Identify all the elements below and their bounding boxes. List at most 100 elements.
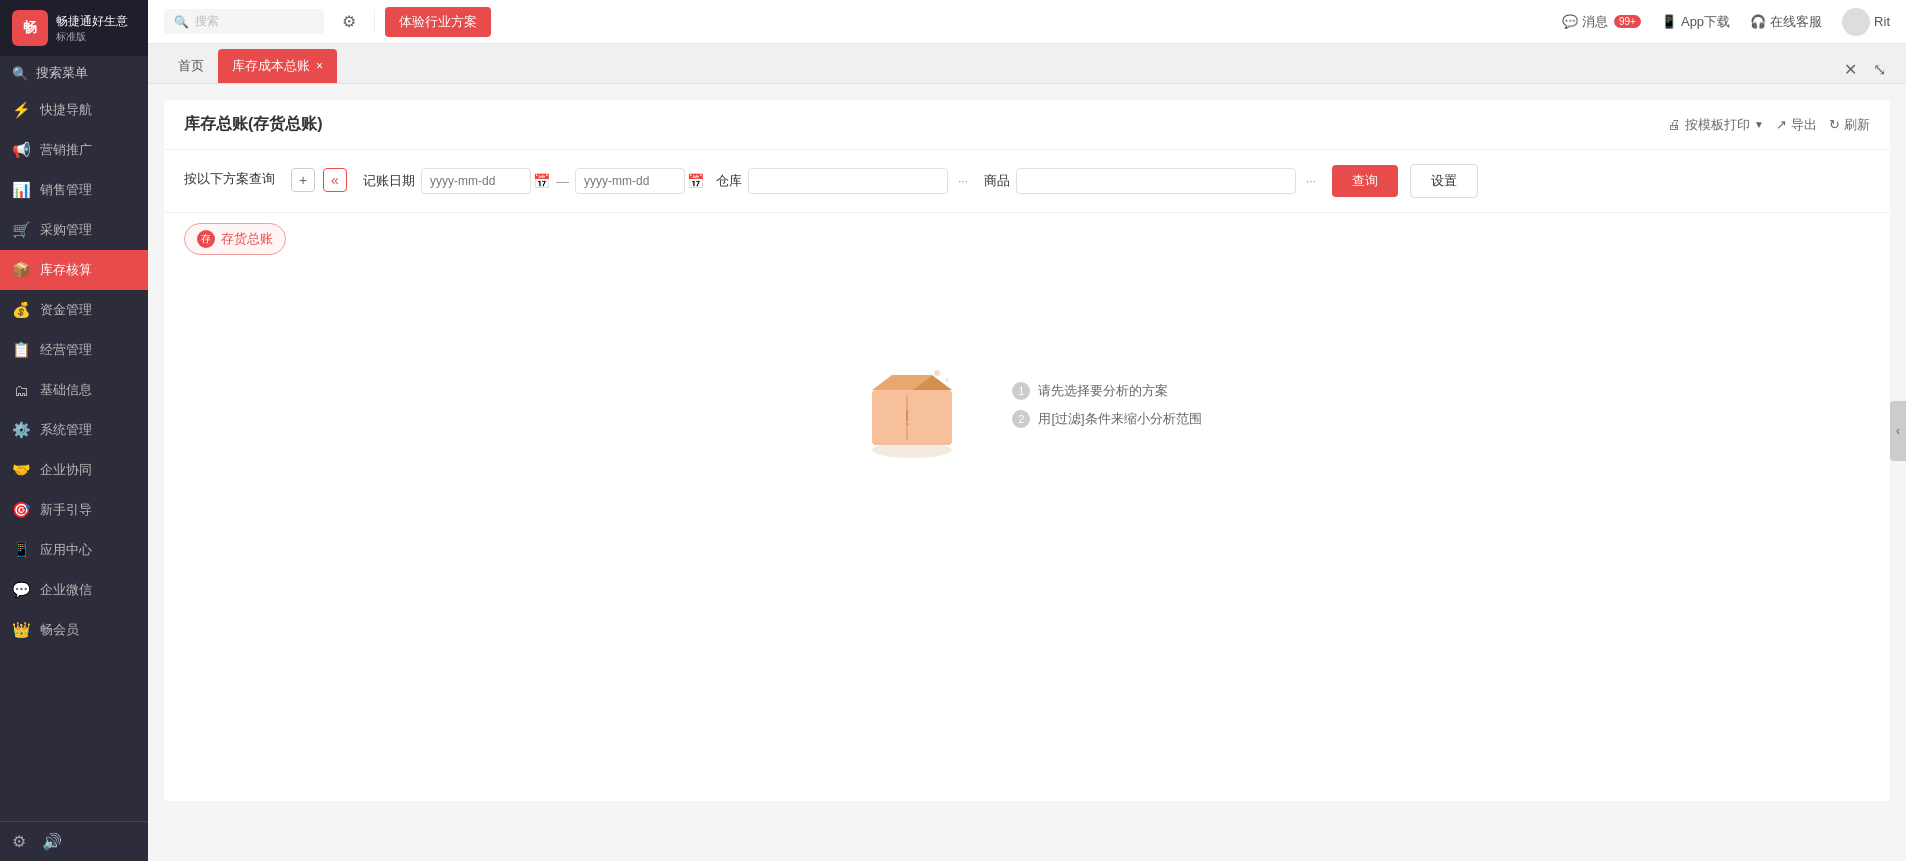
refresh-label: 刷新 (1844, 116, 1870, 134)
date-start-input[interactable] (421, 168, 531, 194)
sidebar-item-sales[interactable]: 📊 销售管理 (0, 170, 148, 210)
home-tab-label: 首页 (178, 57, 204, 75)
product-input[interactable] (1016, 168, 1296, 194)
sidebar-item-appstore[interactable]: 📱 应用中心 (0, 530, 148, 570)
sidebar-item-finance[interactable]: 💰 资金管理 (0, 290, 148, 330)
empty-svg-illustration: ! (852, 345, 972, 465)
refresh-btn[interactable]: ↻ 刷新 (1829, 116, 1870, 134)
sidebar-item-label: 基础信息 (40, 381, 92, 399)
sales-icon: 📊 (12, 181, 30, 199)
warehouse-more-btn[interactable]: ··· (954, 170, 972, 192)
close-panel-btn[interactable]: ✕ (1840, 56, 1861, 83)
filter-label: 按以下方案查询 (184, 164, 275, 188)
filter-settings-btn[interactable]: 设置 (1410, 164, 1478, 198)
print-label: 按模板打印 (1685, 116, 1750, 134)
export-btn[interactable]: ↗ 导出 (1776, 116, 1817, 134)
topbar-right: 💬 消息 99+ 📱 App下载 🎧 在线客服 Rit (1562, 8, 1890, 36)
filter-row: 记账日期 📅 — 📅 仓库 ··· 商品 (363, 164, 1870, 198)
marketing-icon: 📢 (12, 141, 30, 159)
content-area: 库存总账(存货总账) 🖨 按模板打印 ▼ ↗ 导出 ↻ 刷新 (148, 84, 1906, 861)
filter-collapse-btn[interactable]: « (323, 168, 347, 192)
sidebar-item-label: 营销推广 (40, 141, 92, 159)
empty-tips: 1 请先选择要分析的方案 2 用[过滤]条件来缩小分析范围 (1012, 382, 1201, 428)
online-service-btn[interactable]: 🎧 在线客服 (1750, 13, 1822, 31)
sidebar-item-label: 资金管理 (40, 301, 92, 319)
finance-icon: 💰 (12, 301, 30, 319)
search-label: 搜索菜单 (36, 64, 88, 82)
calendar-start-icon[interactable]: 📅 (533, 173, 550, 189)
warehouse-label: 仓库 (716, 172, 742, 190)
sidebar-item-inventory[interactable]: 📦 库存核算 (0, 250, 148, 290)
sidebar-item-enterprise[interactable]: 🤝 企业协同 (0, 450, 148, 490)
sidebar-item-basic[interactable]: 🗂 基础信息 (0, 370, 148, 410)
sidebar-item-label: 新手引导 (40, 501, 92, 519)
sidebar-search[interactable]: 🔍 搜索菜单 (0, 56, 148, 90)
message-btn[interactable]: 💬 消息 99+ (1562, 13, 1641, 31)
print-btn[interactable]: 🖨 按模板打印 ▼ (1668, 116, 1764, 134)
logo-subtitle: 标准版 (56, 30, 128, 44)
sidebar-item-quick-nav[interactable]: ⚡ 快捷导航 (0, 90, 148, 130)
audio-icon[interactable]: 🔊 (42, 832, 62, 851)
sidebar-item-marketing[interactable]: 📢 营销推广 (0, 130, 148, 170)
sidebar-item-label: 库存核算 (40, 261, 92, 279)
sidebar-item-label: 畅会员 (40, 621, 79, 639)
filter-date-group: 记账日期 📅 — 📅 (363, 168, 704, 194)
main-area: 🔍 搜索 ⚙ 体验行业方案 💬 消息 99+ 📱 App下载 🎧 在线客服 Ri… (148, 0, 1906, 861)
message-label: 消息 (1582, 13, 1608, 31)
operation-icon: 📋 (12, 341, 30, 359)
tab-close-icon[interactable]: × (316, 60, 323, 72)
appstore-icon: 📱 (12, 541, 30, 559)
sidebar-item-label: 企业微信 (40, 581, 92, 599)
scheme-section: 存 存货总账 (164, 213, 1890, 265)
filter-warehouse-group: 仓库 ··· (716, 168, 972, 194)
sidebar-item-system[interactable]: ⚙️ 系统管理 (0, 410, 148, 450)
sidebar-item-purchase[interactable]: 🛒 采购管理 (0, 210, 148, 250)
empty-tip-2: 2 用[过滤]条件来缩小分析范围 (1012, 410, 1201, 428)
settings-icon[interactable]: ⚙ (12, 832, 26, 851)
sidebar-item-guide[interactable]: 🎯 新手引导 (0, 490, 148, 530)
product-more-btn[interactable]: ··· (1302, 170, 1320, 192)
topbar-settings-btn[interactable]: ⚙ (334, 7, 364, 37)
topbar-search-text: 搜索 (195, 13, 219, 30)
industry-solution-btn[interactable]: 体验行业方案 (385, 7, 491, 37)
right-panel-toggle[interactable]: ‹ (1890, 401, 1906, 461)
tab-inventory-ledger[interactable]: 库存成本总账 × (218, 49, 337, 83)
date-separator: — (556, 174, 569, 189)
scheme-item-label: 存货总账 (221, 230, 273, 248)
topbar-search[interactable]: 🔍 搜索 (164, 9, 324, 34)
scheme-item[interactable]: 存 存货总账 (184, 223, 286, 255)
date-label: 记账日期 (363, 172, 415, 190)
calendar-end-icon[interactable]: 📅 (687, 173, 704, 189)
empty-illustration: ! (852, 345, 972, 465)
page-actions: 🖨 按模板打印 ▼ ↗ 导出 ↻ 刷新 (1668, 116, 1870, 134)
filter-add-btn[interactable]: + (291, 168, 315, 192)
print-dropdown-icon[interactable]: ▼ (1754, 119, 1764, 130)
enterprise-icon: 🤝 (12, 461, 30, 479)
export-icon: ↗ (1776, 117, 1787, 132)
sidebar-item-wechat[interactable]: 💬 企业微信 (0, 570, 148, 610)
tab-home[interactable]: 首页 (164, 49, 218, 83)
sidebar-item-label: 经营管理 (40, 341, 92, 359)
scheme-icon: 存 (197, 230, 215, 248)
product-label: 商品 (984, 172, 1010, 190)
expand-panel-btn[interactable]: ⤡ (1869, 56, 1890, 83)
user-profile[interactable]: Rit (1842, 8, 1890, 36)
app-download-btn[interactable]: 📱 App下载 (1661, 13, 1730, 31)
query-btn[interactable]: 查询 (1332, 165, 1398, 197)
sidebar-item-label: 快捷导航 (40, 101, 92, 119)
svg-point-4 (934, 370, 940, 376)
tip-num-2: 2 (1012, 410, 1030, 428)
sidebar-item-label: 应用中心 (40, 541, 92, 559)
sidebar-item-member[interactable]: 👑 畅会员 (0, 610, 148, 650)
sidebar-item-operation[interactable]: 📋 经营管理 (0, 330, 148, 370)
tip-text-1: 请先选择要分析的方案 (1038, 382, 1168, 400)
online-service-label: 在线客服 (1770, 13, 1822, 31)
empty-tip-1: 1 请先选择要分析的方案 (1012, 382, 1201, 400)
sidebar-item-label: 系统管理 (40, 421, 92, 439)
page-header: 库存总账(存货总账) 🖨 按模板打印 ▼ ↗ 导出 ↻ 刷新 (164, 100, 1890, 150)
date-end-input[interactable] (575, 168, 685, 194)
topbar-search-icon: 🔍 (174, 15, 189, 29)
basic-icon: 🗂 (12, 382, 30, 399)
sidebar-item-label: 企业协同 (40, 461, 92, 479)
warehouse-input[interactable] (748, 168, 948, 194)
